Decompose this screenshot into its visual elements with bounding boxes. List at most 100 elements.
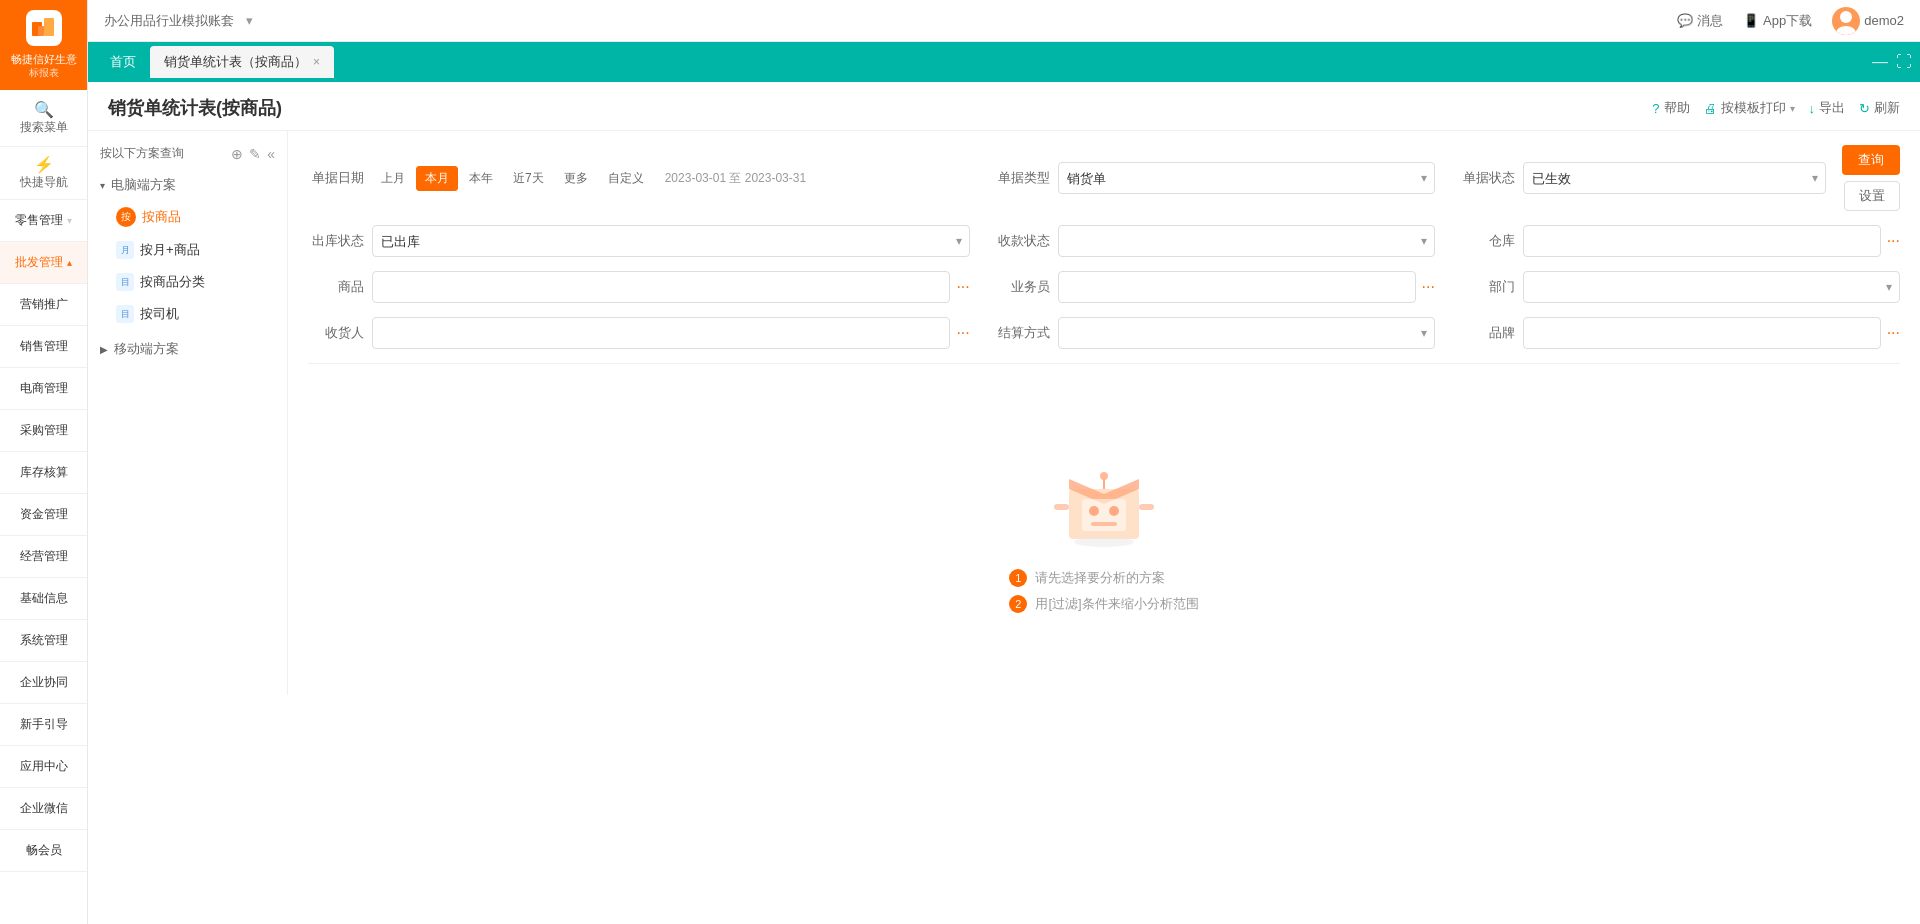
settings-btn[interactable]: 设置 [1844, 181, 1900, 211]
brand-label: 品牌 [1459, 324, 1515, 342]
print-label: 按模板打印 [1721, 99, 1786, 117]
sidebar-item-ecom[interactable]: 电商管理 [0, 368, 87, 410]
scheme-group-arrow-icon: ▾ [100, 180, 105, 191]
scheme-item-by-product-cat[interactable]: 目 按商品分类 [88, 266, 287, 298]
filter-field-date: 单据日期 上月 本月 本年 近7天 更多 自定义 [308, 166, 970, 191]
date-tab-this-year[interactable]: 本年 [460, 166, 502, 191]
messages-label: 消息 [1697, 12, 1723, 30]
sidebar-item-sys[interactable]: 系统管理 [0, 620, 87, 662]
doc-type-select[interactable]: 销货单 [1058, 162, 1435, 194]
sidebar-item-base[interactable]: 基础信息 [0, 578, 87, 620]
product-dots-icon[interactable]: ··· [956, 278, 969, 296]
filter-field-salesperson: 业务员 ··· [994, 271, 1435, 303]
salesperson-input[interactable] [1058, 271, 1416, 303]
warehouse-dots-icon[interactable]: ··· [1887, 232, 1900, 250]
date-tab-more[interactable]: 更多 [555, 166, 597, 191]
tab-close-icon[interactable]: × [313, 55, 320, 69]
refresh-icon: ↻ [1859, 101, 1870, 116]
sidebar-item-stock[interactable]: 库存核算 [0, 452, 87, 494]
export-icon: ↓ [1809, 101, 1816, 116]
sidebar-item-sales[interactable]: 销售管理 [0, 326, 87, 368]
date-tab-custom[interactable]: 自定义 [599, 166, 653, 191]
recipient-input[interactable] [372, 317, 950, 349]
tab-minimize-icon[interactable]: — [1872, 53, 1888, 71]
stock-label: 库存核算 [20, 465, 68, 479]
refresh-btn[interactable]: ↻ 刷新 [1859, 99, 1900, 117]
quick-nav[interactable]: ⚡ 快捷导航 [0, 147, 87, 200]
salesperson-dots-icon[interactable]: ··· [1422, 278, 1435, 296]
filter-field-payment-method: 结算方式 [994, 317, 1435, 349]
out-status-select[interactable]: 已出库 [372, 225, 970, 257]
messages-btn[interactable]: 💬 消息 [1677, 12, 1723, 30]
query-btn[interactable]: 查询 [1842, 145, 1900, 175]
scheme-item-by-product[interactable]: 按 按商品 [88, 200, 287, 234]
industry-dropdown-icon[interactable]: ▾ [246, 13, 253, 28]
sidebar-item-finance[interactable]: 资金管理 [0, 494, 87, 536]
username: demo2 [1864, 13, 1904, 28]
search-menu[interactable]: 🔍 搜索菜单 [0, 90, 87, 147]
finance-label: 资金管理 [20, 507, 68, 521]
svg-point-7 [1109, 506, 1119, 516]
sidebar-item-wholesale[interactable]: 批发管理 ▴ [0, 242, 87, 284]
filter-field-doc-type: 单据类型 销货单 [994, 162, 1435, 194]
scheme-edit-icon[interactable]: ✎ [249, 146, 261, 162]
doc-status-label: 单据状态 [1459, 169, 1515, 187]
empty-state: 1 请先选择要分析的方案 2 用[过滤]条件来缩小分析范围 [288, 367, 1920, 695]
recipient-dots-icon[interactable]: ··· [956, 324, 969, 342]
sidebar-item-appstore[interactable]: 应用中心 [0, 746, 87, 788]
wechat-label: 企业微信 [20, 801, 68, 815]
sidebar-item-corp[interactable]: 企业协同 [0, 662, 87, 704]
sidebar-item-purchase[interactable]: 采购管理 [0, 410, 87, 452]
brand-dots-icon[interactable]: ··· [1887, 324, 1900, 342]
date-tab-last-month[interactable]: 上月 [372, 166, 414, 191]
tip-text-1: 请先选择要分析的方案 [1035, 569, 1165, 587]
print-btn[interactable]: 🖨 按模板打印 ▾ [1704, 99, 1795, 117]
sidebar-logo: 畅捷信好生意 标报表 [0, 0, 88, 90]
doc-status-select[interactable]: 已生效 [1523, 162, 1826, 194]
tab-expand-icon[interactable]: ⛶ [1896, 53, 1912, 71]
sidebar-item-retail[interactable]: 零售管理 ▾ [0, 200, 87, 242]
svg-rect-11 [1054, 504, 1069, 510]
warehouse-input[interactable] [1523, 225, 1881, 257]
user-btn[interactable]: demo2 [1832, 7, 1904, 35]
date-tab-this-month[interactable]: 本月 [416, 166, 458, 191]
help-label: 帮助 [1664, 99, 1690, 117]
scheme-add-icon[interactable]: ⊕ [231, 146, 243, 162]
sidebar-item-vip[interactable]: 畅会员 [0, 830, 87, 872]
help-btn[interactable]: ? 帮助 [1652, 99, 1689, 117]
sidebar-item-guide[interactable]: 新手引导 [0, 704, 87, 746]
scheme-group-mobile-header[interactable]: ▶ 移动端方案 [88, 334, 287, 364]
scheme-group-desktop-header[interactable]: ▾ 电脑端方案 [88, 170, 287, 200]
payment-method-select[interactable] [1058, 317, 1435, 349]
scheme-item-by-cashier[interactable]: 目 按司机 [88, 298, 287, 330]
doc-type-select-wrap: 销货单 [1058, 162, 1435, 194]
filter-field-product: 商品 ··· [308, 271, 970, 303]
department-select[interactable] [1523, 271, 1900, 303]
date-tab-7days[interactable]: 近7天 [504, 166, 553, 191]
filter-row-3: 商品 ··· 业务员 ··· [308, 271, 1900, 303]
product-input[interactable] [372, 271, 950, 303]
svg-rect-2 [38, 26, 44, 36]
filter-field-doc-status: 单据状态 已生效 查询 设置 [1459, 145, 1900, 211]
page-title: 销货单统计表(按商品) [108, 96, 282, 120]
recipient-label: 收货人 [308, 324, 364, 342]
scheme-item-by-month-product[interactable]: 月 按月+商品 [88, 234, 287, 266]
empty-state-icon [1044, 449, 1164, 549]
scheme-item-by-cashier-label: 按司机 [140, 305, 179, 323]
tab-sales-stats[interactable]: 销货单统计表（按商品） × [150, 46, 334, 78]
brand-input[interactable] [1523, 317, 1881, 349]
empty-tips: 1 请先选择要分析的方案 2 用[过滤]条件来缩小分析范围 [1009, 569, 1198, 613]
doc-status-select-wrap: 已生效 [1523, 162, 1826, 194]
app-download-btn[interactable]: 📱 App下载 [1743, 12, 1812, 30]
scheme-collapse-icon[interactable]: « [267, 146, 275, 162]
sidebar-item-wechat[interactable]: 企业微信 [0, 788, 87, 830]
scheme-panel-title: 按以下方案查询 [100, 145, 184, 162]
tab-home[interactable]: 首页 [96, 46, 150, 78]
payment-status-select[interactable] [1058, 225, 1435, 257]
main: 办公用品行业模拟账套 ▾ 💬 消息 📱 App下载 demo2 首页 [88, 0, 1920, 924]
sidebar-item-marketing[interactable]: 营销推广 [0, 284, 87, 326]
sidebar-item-ops[interactable]: 经营管理 [0, 536, 87, 578]
svg-point-13 [1074, 537, 1134, 547]
print-arrow-icon[interactable]: ▾ [1790, 103, 1795, 114]
export-btn[interactable]: ↓ 导出 [1809, 99, 1846, 117]
